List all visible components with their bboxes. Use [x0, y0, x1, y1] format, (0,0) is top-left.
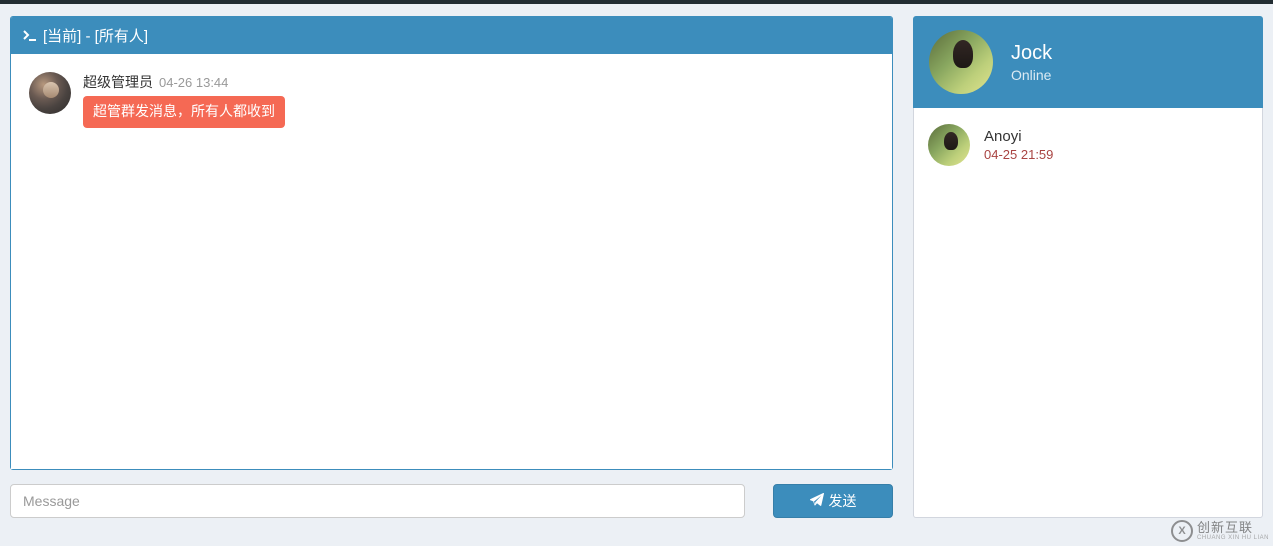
compose-row: 发送: [10, 484, 893, 518]
chat-column: [当前] - [所有人] 超级管理员 04-26 13:44 超管群发消息，所有…: [10, 16, 893, 518]
profile-info: Jock Online: [1011, 42, 1052, 83]
chat-header-title: [当前] - [所有人]: [43, 25, 148, 46]
contact-info: Anoyi 04-25 21:59: [984, 128, 1053, 162]
watermark-sub: CHUANG XIN HU LIAN: [1197, 535, 1269, 541]
sidebar-column: Jock Online Anoyi 04-25 21:59: [913, 16, 1263, 518]
watermark-logo-icon: X: [1171, 520, 1193, 542]
profile-card: Jock Online: [913, 16, 1263, 108]
watermark: X 创新互联 CHUANG XIN HU LIAN: [1171, 520, 1269, 542]
send-button-label: 发送: [829, 491, 857, 511]
message-row: 超级管理员 04-26 13:44 超管群发消息，所有人都收到: [29, 72, 874, 128]
profile-name: Jock: [1011, 42, 1052, 65]
message-meta: 超级管理员 04-26 13:44: [83, 72, 285, 92]
terminal-icon: [23, 30, 37, 42]
paper-plane-icon: [810, 493, 824, 510]
message-bubble: 超管群发消息，所有人都收到: [83, 96, 285, 128]
contact-item[interactable]: Anoyi 04-25 21:59: [928, 118, 1248, 172]
watermark-text: 创新互联 CHUANG XIN HU LIAN: [1197, 521, 1269, 541]
profile-avatar[interactable]: [929, 30, 993, 94]
send-button[interactable]: 发送: [773, 484, 893, 518]
contacts-list[interactable]: Anoyi 04-25 21:59: [913, 108, 1263, 518]
message-input[interactable]: [10, 484, 745, 518]
message-content: 超级管理员 04-26 13:44 超管群发消息，所有人都收到: [83, 72, 285, 128]
chat-header: [当前] - [所有人]: [11, 17, 892, 54]
contact-time: 04-25 21:59: [984, 147, 1053, 162]
chat-messages-area[interactable]: 超级管理员 04-26 13:44 超管群发消息，所有人都收到: [11, 54, 892, 469]
contact-name: Anoyi: [984, 128, 1053, 145]
avatar: [928, 124, 970, 166]
main-container: [当前] - [所有人] 超级管理员 04-26 13:44 超管群发消息，所有…: [0, 4, 1273, 528]
message-time: 04-26 13:44: [159, 75, 228, 90]
chat-panel: [当前] - [所有人] 超级管理员 04-26 13:44 超管群发消息，所有…: [10, 16, 893, 470]
watermark-main: 创新互联: [1197, 521, 1269, 535]
profile-status: Online: [1011, 67, 1052, 83]
avatar[interactable]: [29, 72, 71, 114]
message-sender: 超级管理员: [83, 72, 153, 92]
